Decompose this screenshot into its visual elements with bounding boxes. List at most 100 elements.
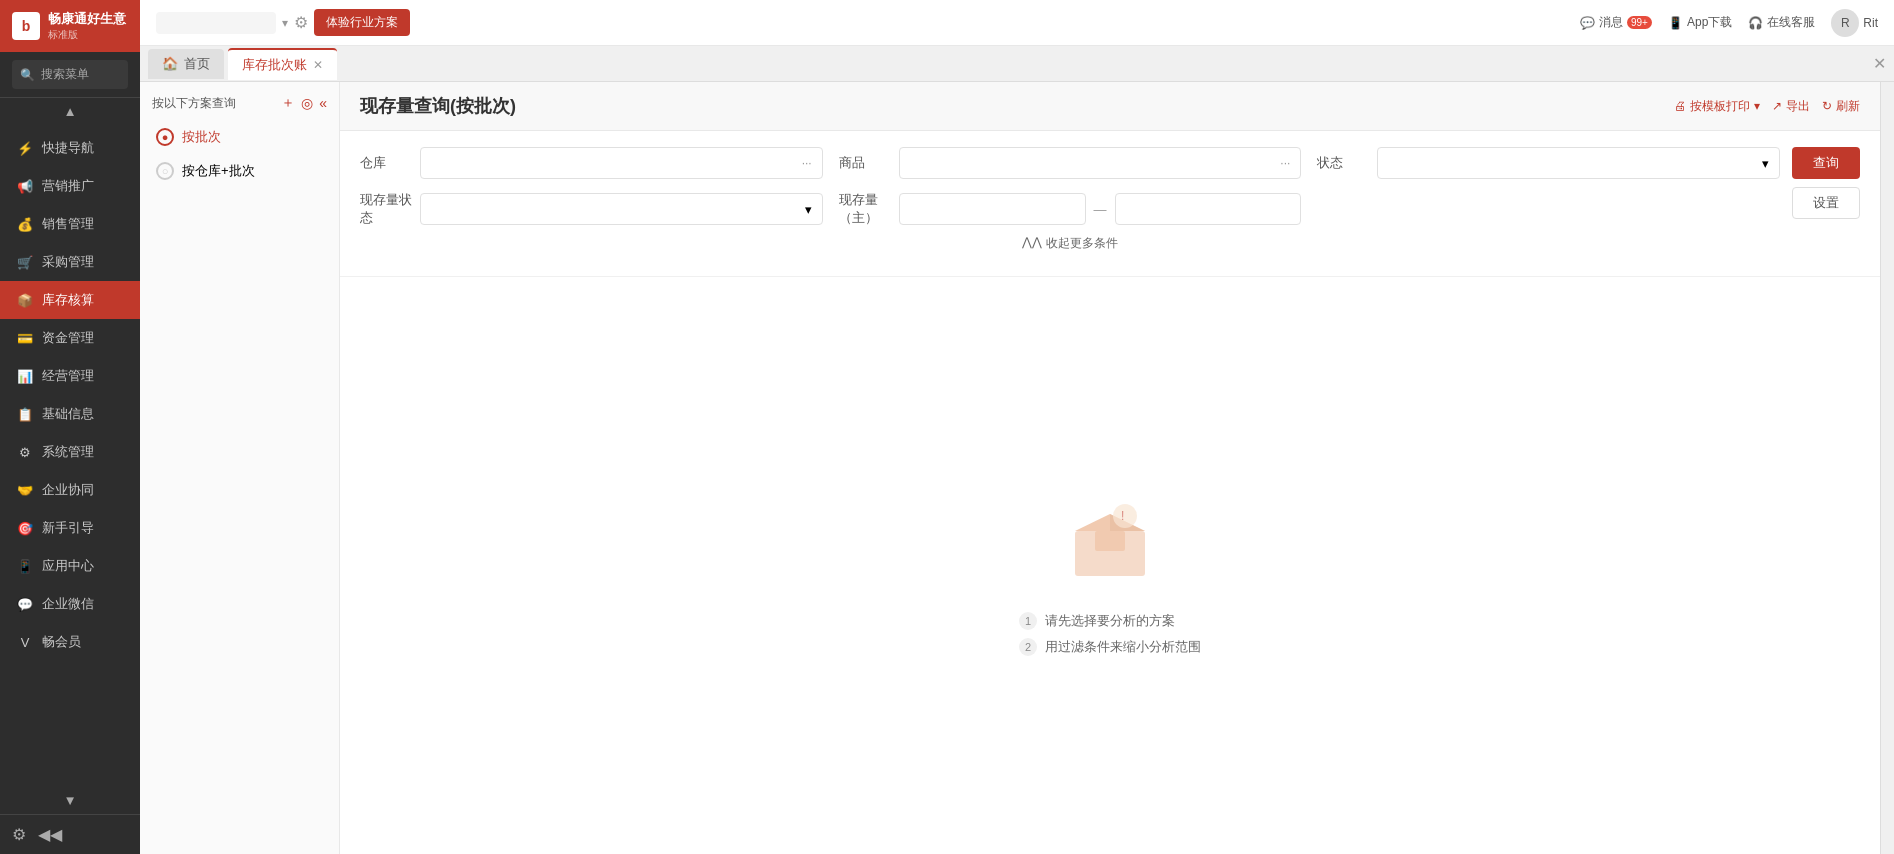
refresh-label: 刷新 bbox=[1836, 98, 1860, 115]
sidebar-item-membership[interactable]: V畅会员 bbox=[0, 623, 140, 661]
topbar-gear-btn[interactable]: ⚙ bbox=[294, 13, 308, 32]
warehouse-label: 仓库 bbox=[360, 154, 420, 172]
close-panel-btn[interactable]: ✕ bbox=[1873, 54, 1886, 73]
sidebar-item-base-info[interactable]: 📋 基础信息 bbox=[0, 395, 140, 433]
search-icon: 🔍 bbox=[20, 68, 35, 82]
search-menu-button[interactable]: 🔍 搜索菜单 bbox=[12, 60, 128, 89]
nav-icon-enterprise-collab: 🤝 bbox=[16, 481, 34, 499]
left-panel-header: 按以下方案查询 ＋ ◎ « bbox=[140, 90, 339, 120]
sidebar-item-sales[interactable]: 💰销售管理 bbox=[0, 205, 140, 243]
nav-icon-new-guide: 🎯 bbox=[16, 519, 34, 537]
query-button[interactable]: 查询 bbox=[1792, 147, 1860, 179]
nav-icon-finance: 💳 bbox=[16, 329, 34, 347]
nav-label-quick-nav: 快捷导航 bbox=[42, 139, 94, 157]
scheme-item-by-warehouse-batch[interactable]: ○ 按仓库+批次 bbox=[140, 154, 339, 188]
sidebar-nav: ⚡ 快捷导航 📢营销推广💰销售管理🛒采购管理📦库存核算 💳 资金管理 📊经营管理 📋 基础信息… bbox=[0, 125, 140, 787]
sidebar-item-operations[interactable]: 📊经营管理 bbox=[0, 357, 140, 395]
nav-label-sales: 销售管理 bbox=[42, 215, 94, 233]
user-profile-item[interactable]: R Rit bbox=[1831, 9, 1878, 37]
sidebar-item-marketing[interactable]: 📢营销推广 bbox=[0, 167, 140, 205]
tab-close-btn[interactable]: ✕ bbox=[313, 59, 323, 71]
collapse-up-icon: ⋀⋀ bbox=[1022, 235, 1042, 252]
collapse-left-panel-btn[interactable]: « bbox=[319, 94, 327, 112]
topbar: ▾ ⚙ 体验行业方案 💬 消息 99+ 📱 App下载 🎧 在线客服 R Rit bbox=[140, 0, 1894, 46]
sidebar-header: b 畅康通好生意 标准版 bbox=[0, 0, 140, 52]
hint-num-1: 1 bbox=[1019, 612, 1037, 630]
sidebar-scroll-up[interactable]: ▲ bbox=[0, 100, 140, 123]
print-icon: 🖨 bbox=[1674, 99, 1686, 113]
sidebar-scroll-down[interactable]: ▼ bbox=[0, 789, 140, 812]
refresh-btn[interactable]: ↻ 刷新 bbox=[1822, 98, 1860, 115]
nav-label-marketing: 营销推广 bbox=[42, 177, 94, 195]
online-service-item[interactable]: 🎧 在线客服 bbox=[1748, 14, 1815, 31]
right-main: 现存量查询(按批次) 🖨 按模板打印 ▾ ↗ 导出 ↻ 刷新 bbox=[340, 82, 1880, 854]
filter-settings-button[interactable]: 设置 bbox=[1792, 187, 1860, 219]
warehouse-input[interactable]: ··· bbox=[420, 147, 823, 179]
messages-badge: 99+ bbox=[1627, 16, 1652, 29]
nav-label-operations: 经营管理 bbox=[42, 367, 94, 385]
hint-num-2: 2 bbox=[1019, 638, 1037, 656]
left-panel-actions: ＋ ◎ « bbox=[281, 94, 327, 112]
filter-container: 仓库 ··· 商品 ··· bbox=[340, 131, 1880, 277]
collapse-filter-row[interactable]: ⋀⋀ 收起更多条件 bbox=[360, 227, 1780, 260]
scheme-settings-btn[interactable]: ◎ bbox=[301, 94, 313, 112]
sidebar-item-system[interactable]: ⚙系统管理 bbox=[0, 433, 140, 471]
page-title: 现存量查询(按批次) bbox=[360, 94, 516, 118]
sidebar-item-new-guide[interactable]: 🎯新手引导 bbox=[0, 509, 140, 547]
warehouse-more-icon[interactable]: ··· bbox=[802, 156, 812, 170]
topbar-search-input[interactable] bbox=[156, 12, 276, 34]
collapse-sidebar-button[interactable]: ◀◀ bbox=[38, 825, 62, 844]
sidebar-item-inventory[interactable]: 📦库存核算 bbox=[0, 281, 140, 319]
inventory-status-field: 现存量状态 ▾ bbox=[360, 191, 823, 227]
tab-batch-account[interactable]: 库存批次账 ✕ bbox=[228, 48, 337, 80]
nav-icon-app-center: 📱 bbox=[16, 557, 34, 575]
tab-home[interactable]: 🏠 首页 bbox=[148, 49, 224, 79]
product-filter-field: 商品 ··· bbox=[839, 147, 1302, 179]
right-scrollbar[interactable] bbox=[1880, 82, 1894, 854]
product-more-icon[interactable]: ··· bbox=[1280, 156, 1290, 170]
sidebar: b 畅康通好生意 标准版 🔍 搜索菜单 ▲ ⚡ 快捷导航 📢营销推广💰销售管理🛒采购… bbox=[0, 0, 140, 854]
export-btn[interactable]: ↗ 导出 bbox=[1772, 98, 1810, 115]
nav-icon-quick-nav: ⚡ bbox=[16, 139, 34, 157]
inventory-status-select[interactable]: ▾ bbox=[420, 193, 823, 225]
message-icon: 💬 bbox=[1580, 16, 1595, 30]
sidebar-item-purchase[interactable]: 🛒采购管理 bbox=[0, 243, 140, 281]
product-input[interactable]: ··· bbox=[899, 147, 1302, 179]
nav-label-enterprise-collab: 企业协同 bbox=[42, 481, 94, 499]
messages-item[interactable]: 💬 消息 99+ bbox=[1580, 14, 1652, 31]
app-name: 畅康通好生意 bbox=[48, 10, 126, 28]
tabs-bar: 🏠 首页 库存批次账 ✕ ✕ bbox=[140, 46, 1894, 82]
nav-icon-base-info: 📋 bbox=[16, 405, 34, 423]
nav-icon-system: ⚙ bbox=[16, 443, 34, 461]
status-select[interactable]: ▾ bbox=[1377, 147, 1780, 179]
sidebar-item-enterprise-wechat[interactable]: 💬企业微信 bbox=[0, 585, 140, 623]
nav-label-base-info: 基础信息 bbox=[42, 405, 94, 423]
main-area: ▾ ⚙ 体验行业方案 💬 消息 99+ 📱 App下载 🎧 在线客服 R Rit bbox=[140, 0, 1894, 854]
add-scheme-btn[interactable]: ＋ bbox=[281, 94, 295, 112]
svg-rect-3 bbox=[1095, 531, 1125, 551]
sidebar-item-quick-nav[interactable]: ⚡ 快捷导航 bbox=[0, 129, 140, 167]
nav-label-finance: 资金管理 bbox=[42, 329, 94, 347]
app-download-item[interactable]: 📱 App下载 bbox=[1668, 14, 1732, 31]
user-name-label: Rit bbox=[1863, 16, 1878, 30]
sidebar-footer: ⚙ ◀◀ bbox=[0, 814, 140, 854]
experience-industry-btn[interactable]: 体验行业方案 bbox=[314, 9, 410, 36]
left-panel-title: 按以下方案查询 bbox=[152, 95, 236, 112]
empty-hint-2: 2 用过滤条件来缩小分析范围 bbox=[1019, 638, 1201, 656]
inventory-qty-to[interactable] bbox=[1115, 193, 1302, 225]
settings-footer-button[interactable]: ⚙ bbox=[12, 825, 26, 844]
sidebar-item-app-center[interactable]: 📱应用中心 bbox=[0, 547, 140, 585]
topbar-dropdown-btn[interactable]: ▾ bbox=[282, 16, 288, 30]
print-template-btn[interactable]: 🖨 按模板打印 ▾ bbox=[1674, 98, 1760, 115]
refresh-icon: ↻ bbox=[1822, 99, 1832, 113]
warehouse-filter-field: 仓库 ··· bbox=[360, 147, 823, 179]
inventory-qty-from[interactable] bbox=[899, 193, 1086, 225]
app-logo: b bbox=[12, 12, 40, 40]
sidebar-item-enterprise-collab[interactable]: 🤝 企业协同 bbox=[0, 471, 140, 509]
scheme-item-by-batch[interactable]: ● 按批次 bbox=[140, 120, 339, 154]
sidebar-item-finance[interactable]: 💳 资金管理 bbox=[0, 319, 140, 357]
product-label: 商品 bbox=[839, 154, 899, 172]
topbar-breadcrumb: ▾ ⚙ 体验行业方案 bbox=[156, 9, 1570, 36]
scheme-by-warehouse-batch-label: 按仓库+批次 bbox=[182, 162, 255, 180]
nav-label-purchase: 采购管理 bbox=[42, 253, 94, 271]
